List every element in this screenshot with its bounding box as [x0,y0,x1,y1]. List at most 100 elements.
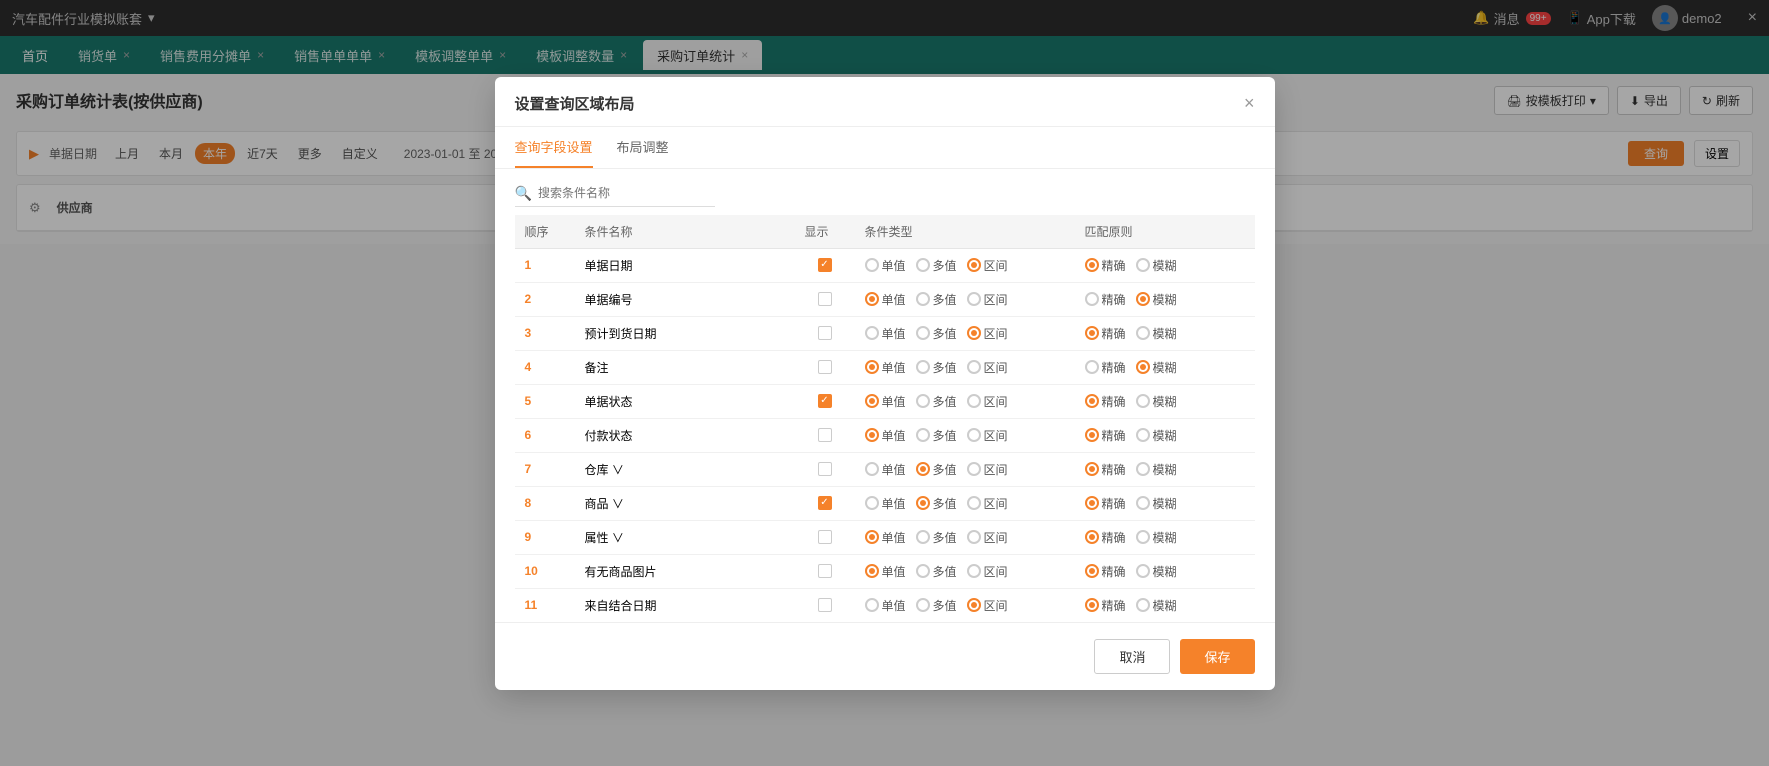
type-radio-多值[interactable]: 多值 [916,597,957,614]
display-checkbox[interactable] [818,258,832,272]
row-match: 精确模糊 [1075,350,1255,384]
match-radio-精确[interactable]: 精确 [1085,291,1126,308]
type-radio-区间[interactable]: 区间 [967,461,1008,478]
table-row: 5单据状态单值多值区间精确模糊 [515,384,1255,418]
search-input[interactable] [538,186,715,200]
type-radio-单值[interactable]: 单值 [865,393,906,410]
display-checkbox[interactable] [818,462,832,476]
row-match: 精确模糊 [1075,384,1255,418]
row-type: 单值多值区间 [855,384,1075,418]
match-radio-模糊[interactable]: 模糊 [1136,291,1177,308]
row-display [795,316,855,350]
cancel-btn[interactable]: 取消 [1094,639,1170,674]
table-row: 4备注单值多值区间精确模糊 [515,350,1255,384]
save-btn[interactable]: 保存 [1180,639,1254,674]
th-display: 显示 [795,215,855,249]
type-radio-单值[interactable]: 单值 [865,461,906,478]
dialog-close-btn[interactable]: × [1244,94,1255,112]
type-radio-单值[interactable]: 单值 [865,563,906,580]
type-radio-单值[interactable]: 单值 [865,325,906,342]
display-checkbox[interactable] [818,428,832,442]
match-radio-精确[interactable]: 精确 [1085,257,1126,274]
match-radio-模糊[interactable]: 模糊 [1136,495,1177,512]
type-radio-区间[interactable]: 区间 [967,495,1008,512]
match-radio-精确[interactable]: 精确 [1085,325,1126,342]
type-radio-区间[interactable]: 区间 [967,393,1008,410]
type-radio-多值[interactable]: 多值 [916,325,957,342]
row-type: 单值多值区间 [855,588,1075,622]
type-radio-多值[interactable]: 多值 [916,563,957,580]
order-number: 6 [525,428,532,442]
type-radio-多值[interactable]: 多值 [916,495,957,512]
dialog-search-area: 🔍 [495,169,1275,215]
row-match: 精确模糊 [1075,520,1255,554]
table-row: 3预计到货日期单值多值区间精确模糊 [515,316,1255,350]
type-radio-区间[interactable]: 区间 [967,325,1008,342]
table-row: 7仓库 ∨单值多值区间精确模糊 [515,452,1255,486]
type-radio-多值[interactable]: 多值 [916,291,957,308]
display-checkbox[interactable] [818,496,832,510]
display-checkbox[interactable] [818,326,832,340]
row-name: 来自结合日期 [575,588,795,622]
match-radio-模糊[interactable]: 模糊 [1136,427,1177,444]
type-radio-单值[interactable]: 单值 [865,597,906,614]
match-radio-模糊[interactable]: 模糊 [1136,461,1177,478]
type-radio-区间[interactable]: 区间 [967,427,1008,444]
display-checkbox[interactable] [818,394,832,408]
match-radio-模糊[interactable]: 模糊 [1136,597,1177,614]
dialog-tab-bar: 查询字段设置 布局调整 [495,127,1275,169]
type-radio-多值[interactable]: 多值 [916,427,957,444]
type-radio-单值[interactable]: 单值 [865,427,906,444]
match-radio-精确[interactable]: 精确 [1085,461,1126,478]
match-radio-精确[interactable]: 精确 [1085,427,1126,444]
match-radio-精确[interactable]: 精确 [1085,563,1126,580]
type-radio-单值[interactable]: 单值 [865,257,906,274]
type-radio-单值[interactable]: 单值 [865,359,906,376]
match-radio-模糊[interactable]: 模糊 [1136,359,1177,376]
dialog-tab-query-fields[interactable]: 查询字段设置 [515,127,593,168]
display-checkbox[interactable] [818,598,832,612]
type-radio-多值[interactable]: 多值 [916,529,957,546]
type-radio-区间[interactable]: 区间 [967,291,1008,308]
match-radio-精确[interactable]: 精确 [1085,495,1126,512]
dialog-header: 设置查询区域布局 × [495,77,1275,127]
row-display [795,554,855,588]
display-checkbox[interactable] [818,292,832,306]
type-radio-多值[interactable]: 多值 [916,393,957,410]
row-name: 预计到货日期 [575,316,795,350]
row-display [795,452,855,486]
th-type: 条件类型 [855,215,1075,249]
match-radio-精确[interactable]: 精确 [1085,529,1126,546]
type-radio-区间[interactable]: 区间 [967,529,1008,546]
display-checkbox[interactable] [818,564,832,578]
dialog-tab-layout[interactable]: 布局调整 [617,127,669,168]
row-order: 6 [515,418,575,452]
type-radio-区间[interactable]: 区间 [967,359,1008,376]
type-radio-区间[interactable]: 区间 [967,597,1008,614]
type-radio-单值[interactable]: 单值 [865,529,906,546]
order-number: 5 [525,394,532,408]
match-radio-模糊[interactable]: 模糊 [1136,257,1177,274]
row-type: 单值多值区间 [855,282,1075,316]
type-radio-区间[interactable]: 区间 [967,563,1008,580]
search-box: 🔍 [515,181,715,207]
match-radio-精确[interactable]: 精确 [1085,359,1126,376]
row-order: 10 [515,554,575,588]
order-number: 9 [525,530,532,544]
match-radio-精确[interactable]: 精确 [1085,393,1126,410]
match-radio-模糊[interactable]: 模糊 [1136,529,1177,546]
display-checkbox[interactable] [818,360,832,374]
display-checkbox[interactable] [818,530,832,544]
type-radio-多值[interactable]: 多值 [916,359,957,376]
match-radio-精确[interactable]: 精确 [1085,597,1126,614]
type-radio-单值[interactable]: 单值 [865,291,906,308]
order-number: 8 [525,496,532,510]
match-radio-模糊[interactable]: 模糊 [1136,393,1177,410]
type-radio-单值[interactable]: 单值 [865,495,906,512]
match-radio-模糊[interactable]: 模糊 [1136,563,1177,580]
type-radio-多值[interactable]: 多值 [916,461,957,478]
type-radio-区间[interactable]: 区间 [967,257,1008,274]
match-radio-模糊[interactable]: 模糊 [1136,325,1177,342]
row-type: 单值多值区间 [855,486,1075,520]
type-radio-多值[interactable]: 多值 [916,257,957,274]
